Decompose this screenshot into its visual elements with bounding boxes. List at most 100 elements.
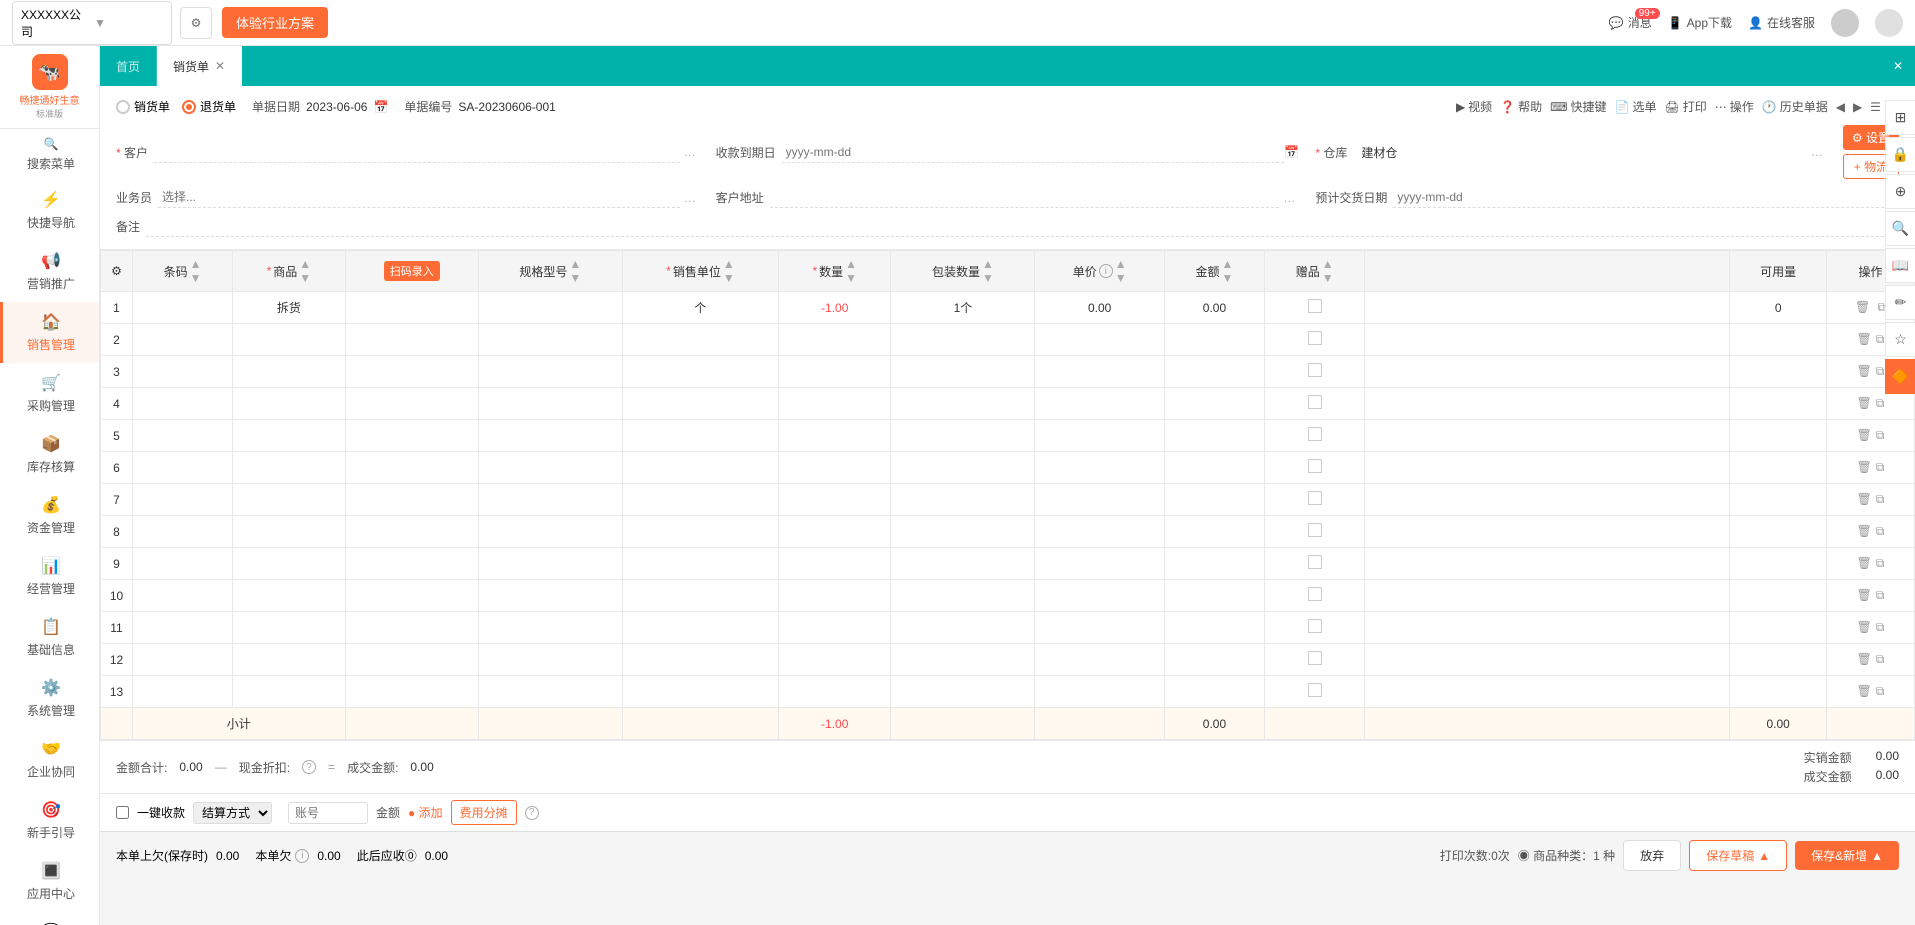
th-settings[interactable]: ⚙ — [101, 251, 133, 292]
sidebar-item-finance[interactable]: 💰 资金管理 — [0, 485, 99, 546]
gift-checkbox[interactable] — [1308, 491, 1322, 505]
prev-btn[interactable]: ◀ — [1836, 100, 1845, 114]
tab-close-icon[interactable]: ✕ — [215, 59, 225, 73]
delete-icon[interactable]: 🗑 — [1857, 396, 1872, 410]
sidebar-item-operation[interactable]: 📊 经营管理 — [0, 546, 99, 607]
app-download-btn[interactable]: 📱 App下载 — [1668, 14, 1732, 31]
right-tool-star[interactable]: ☆ — [1885, 322, 1915, 357]
settings-button[interactable]: ⚙ — [180, 7, 212, 39]
save-new-button[interactable]: 保存&新增 ▲ — [1795, 841, 1899, 870]
copy-icon[interactable]: ⧉ — [1876, 396, 1885, 410]
sidebar-item-quick-nav[interactable]: ⚡ 快捷导航 — [0, 180, 99, 241]
copy-icon[interactable]: ⧉ — [1876, 460, 1885, 474]
radio-sales[interactable]: 销货单 — [116, 98, 170, 115]
gift-checkbox[interactable] — [1308, 331, 1322, 345]
abandon-button[interactable]: 放弃 — [1623, 840, 1681, 871]
copy-icon[interactable]: ⧉ — [1876, 588, 1885, 602]
operate-link[interactable]: ⋯ 操作 — [1715, 98, 1754, 115]
remark-input[interactable] — [146, 216, 1899, 237]
delete-icon[interactable]: 🗑 — [1857, 620, 1872, 634]
select-link[interactable]: 📄 选单 — [1615, 98, 1657, 115]
trial-button[interactable]: 体验行业方案 — [222, 7, 328, 38]
delete-icon[interactable]: 🗑 — [1857, 492, 1872, 506]
avatar[interactable] — [1831, 9, 1859, 37]
row-amount[interactable]: 0.00 — [1164, 292, 1264, 324]
copy-icon[interactable]: ⧉ — [1876, 620, 1885, 634]
cumulative-info-icon[interactable]: i — [295, 849, 309, 863]
delete-icon[interactable]: 🗑 — [1855, 300, 1870, 314]
price-info-icon[interactable]: i — [1099, 264, 1113, 278]
table-settings-icon[interactable]: ⚙ — [111, 264, 122, 278]
expense-btn[interactable]: 费用分摊 — [451, 800, 517, 825]
row-spec[interactable] — [478, 292, 622, 324]
warehouse-more-icon[interactable]: … — [1807, 145, 1827, 159]
draft-button[interactable]: 保存草稿 ▲ — [1689, 840, 1787, 871]
right-tool-edit[interactable]: ✏ — [1885, 285, 1915, 320]
video-link[interactable]: ▶ 视频 — [1456, 98, 1492, 115]
delete-icon[interactable]: 🗑 — [1857, 428, 1872, 442]
row-product[interactable]: 拆货 — [233, 292, 345, 324]
copy-icon[interactable]: ⧉ — [1876, 492, 1885, 506]
delete-icon[interactable]: 🗑 — [1857, 332, 1872, 346]
gift-checkbox[interactable] — [1308, 395, 1322, 409]
copy-icon[interactable]: ⧉ — [1876, 332, 1885, 346]
date-calendar-icon[interactable]: 📅 — [373, 100, 388, 114]
copy-icon[interactable]: ⧉ — [1876, 524, 1885, 538]
company-selector[interactable]: XXXXXX公司 ▼ — [12, 1, 172, 45]
add-btn[interactable]: ● 添加 — [408, 804, 443, 821]
delete-icon[interactable]: 🗑 — [1857, 524, 1872, 538]
delete-icon[interactable]: 🗑 — [1857, 588, 1872, 602]
delete-icon[interactable]: 🗑 — [1857, 684, 1872, 698]
right-tool-search[interactable]: 🔍 — [1885, 211, 1915, 246]
row-quantity[interactable]: -1.00 — [779, 292, 891, 324]
sidebar-item-sales[interactable]: 🏠 销售管理 — [0, 302, 99, 363]
right-tool-grid[interactable]: ⊞ — [1885, 100, 1915, 135]
message-btn[interactable]: 💬 消息 99+ — [1609, 14, 1652, 31]
copy-icon[interactable]: ⧉ — [1876, 428, 1885, 442]
customer-addr-input[interactable] — [770, 187, 1280, 208]
account-input[interactable] — [288, 802, 368, 824]
sidebar-item-system[interactable]: ⚙️ 系统管理 — [0, 668, 99, 729]
avatar-extra[interactable] — [1875, 9, 1903, 37]
settlement-select[interactable]: 结算方式 — [193, 802, 272, 824]
sidebar-item-appcenter[interactable]: 🔳 应用中心 — [0, 851, 99, 912]
print-link[interactable]: 🖨 打印 — [1664, 98, 1706, 115]
delete-icon[interactable]: 🗑 — [1857, 460, 1872, 474]
right-tool-lock[interactable]: 🔒 — [1885, 137, 1915, 172]
sidebar-item-wechat[interactable]: 💬 企业微信 — [0, 912, 99, 925]
sidebar-item-enterprise[interactable]: 🤝 企业协同 — [0, 729, 99, 790]
sidebar-item-purchase[interactable]: 🛒 采购管理 — [0, 363, 99, 424]
payment-due-input[interactable] — [782, 142, 1285, 163]
salesperson-more-icon[interactable]: … — [680, 191, 700, 205]
gift-checkbox[interactable] — [1308, 683, 1322, 697]
gift-checkbox[interactable] — [1308, 651, 1322, 665]
row-unit[interactable]: 个 — [622, 292, 778, 324]
delete-icon[interactable]: 🗑 — [1857, 364, 1872, 378]
customer-input[interactable] — [154, 142, 680, 163]
delete-icon[interactable]: 🗑 — [1857, 652, 1872, 666]
sidebar-item-marketing[interactable]: 📢 营销推广 — [0, 241, 99, 302]
expected-delivery-input[interactable] — [1393, 187, 1884, 208]
th-scan[interactable]: 扫码录入 — [345, 251, 478, 292]
sidebar-search[interactable]: 🔍 搜索菜单 — [0, 129, 99, 180]
row-gift[interactable] — [1265, 292, 1365, 324]
payment-calendar-icon[interactable]: 📅 — [1284, 145, 1299, 159]
copy-icon[interactable]: ⧉ — [1876, 364, 1885, 378]
row-pack-qty[interactable]: 1个 — [891, 292, 1035, 324]
shortcut-link[interactable]: ⌨ 快捷键 — [1550, 98, 1606, 115]
addr-more-icon[interactable]: … — [1279, 191, 1299, 205]
gift-checkbox[interactable] — [1308, 523, 1322, 537]
right-tool-book[interactable]: 📖 — [1885, 248, 1915, 283]
next-btn[interactable]: ▶ — [1853, 100, 1862, 114]
delete-icon[interactable]: 🗑 — [1857, 556, 1872, 570]
history-link[interactable]: 🕐 历史单据 — [1762, 98, 1828, 115]
radio-return[interactable]: 退货单 — [182, 98, 236, 115]
help-link[interactable]: ❓ 帮助 — [1500, 98, 1542, 115]
gift-checkbox[interactable] — [1308, 427, 1322, 441]
sidebar-item-inventory[interactable]: 📦 库存核算 — [0, 424, 99, 485]
online-service-btn[interactable]: 👤 在线客服 — [1748, 14, 1815, 31]
copy-icon[interactable]: ⧉ — [1876, 684, 1885, 698]
gift-checkbox[interactable] — [1308, 299, 1322, 313]
tab-sales-order[interactable]: 销货单 ✕ — [157, 46, 242, 86]
one-key-checkbox[interactable] — [116, 806, 129, 819]
